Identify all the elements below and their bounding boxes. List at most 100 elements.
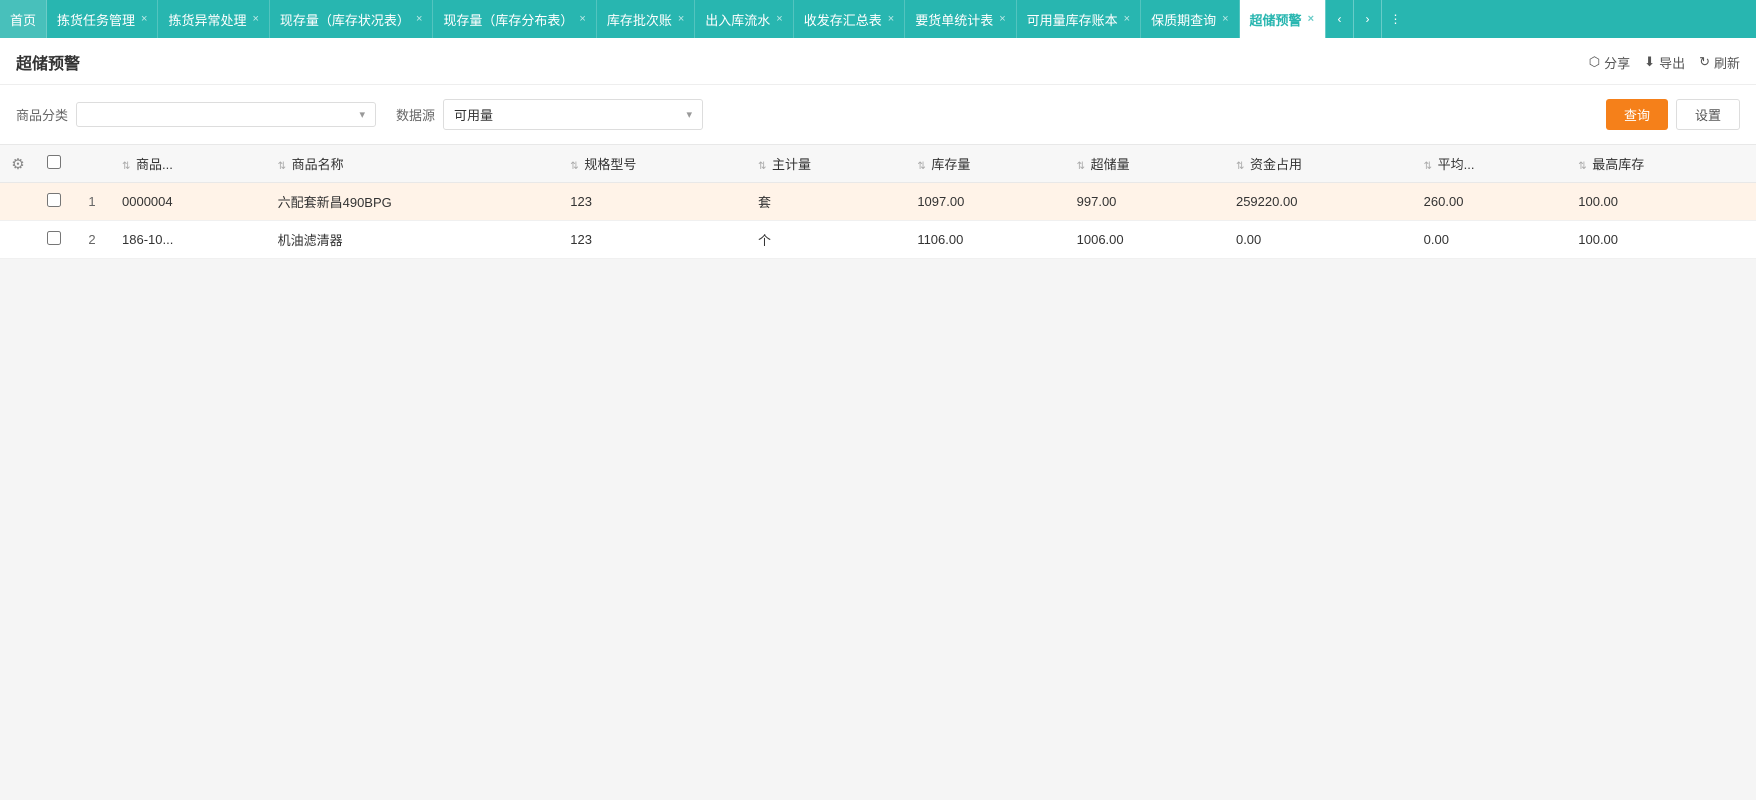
page-title: 超储预警 bbox=[16, 50, 80, 74]
datasource-filter-group: 数据源 可用量 ▾ bbox=[396, 99, 703, 130]
filter-area: 商品分类 ▾ 数据源 可用量 ▾ 查询 设置 bbox=[0, 85, 1756, 144]
share-button[interactable]: ⬡ 分享 bbox=[1589, 53, 1630, 72]
nav-task-mgmt[interactable]: 拣货任务管理 × bbox=[47, 0, 158, 38]
close-icon[interactable]: × bbox=[678, 13, 684, 25]
sort-icon: ⇅ bbox=[1578, 161, 1586, 172]
settings-button[interactable]: 设置 bbox=[1676, 99, 1740, 130]
td-stock-qty: 1106.00 bbox=[907, 221, 1066, 259]
nav-inventory-dist[interactable]: 现存量（库存分布表） × bbox=[433, 0, 596, 38]
nav-home[interactable]: 首页 bbox=[0, 0, 47, 38]
th-product-code[interactable]: ⇅ 商品... bbox=[112, 145, 268, 183]
table-header: ⚙ ⇅ 商品... ⇅ 商品名称 ⇅ bbox=[0, 145, 1756, 183]
th-avg[interactable]: ⇅ 平均... bbox=[1414, 145, 1569, 183]
td-avg: 260.00 bbox=[1414, 183, 1569, 221]
td-overstock-qty: 997.00 bbox=[1067, 183, 1226, 221]
close-icon[interactable]: × bbox=[1124, 13, 1130, 25]
category-filter-group: 商品分类 ▾ bbox=[16, 102, 376, 127]
nav-available-account[interactable]: 可用量库存账本 × bbox=[1017, 0, 1141, 38]
td-stock-qty: 1097.00 bbox=[907, 183, 1066, 221]
td-product-name: 六配套新昌490BPG bbox=[268, 183, 561, 221]
close-icon[interactable]: × bbox=[888, 13, 894, 25]
td-unit: 个 bbox=[748, 221, 907, 259]
td-max-stock: 100.00 bbox=[1568, 221, 1756, 259]
nav-prev-arrow[interactable]: ‹ bbox=[1325, 0, 1353, 38]
sort-icon: ⇅ bbox=[758, 161, 766, 172]
td-product-code: 0000004 bbox=[112, 183, 268, 221]
th-row-num bbox=[72, 145, 112, 183]
td-avg: 0.00 bbox=[1414, 221, 1569, 259]
th-checkbox bbox=[36, 145, 72, 183]
chevron-down-icon: ▾ bbox=[687, 108, 693, 121]
td-checkbox bbox=[36, 221, 72, 259]
data-table: ⚙ ⇅ 商品... ⇅ 商品名称 ⇅ bbox=[0, 144, 1756, 259]
th-stock-qty[interactable]: ⇅ 库存量 bbox=[907, 145, 1066, 183]
th-spec[interactable]: ⇅ 规格型号 bbox=[560, 145, 748, 183]
td-overstock-qty: 1006.00 bbox=[1067, 221, 1226, 259]
export-button[interactable]: ⬇ 导出 bbox=[1644, 53, 1685, 72]
nav-bar: 首页 拣货任务管理 × 拣货异常处理 × 现存量（库存状况表） × 现存量（库存… bbox=[0, 0, 1756, 38]
nav-inventory-status[interactable]: 现存量（库存状况表） × bbox=[270, 0, 433, 38]
nav-in-out-flow[interactable]: 出入库流水 × bbox=[695, 0, 793, 38]
nav-order-stats[interactable]: 要货单统计表 × bbox=[905, 0, 1016, 38]
page-header: 超储预警 ⬡ 分享 ⬇ 导出 ↻ 刷新 bbox=[0, 38, 1756, 85]
th-gear[interactable]: ⚙ bbox=[0, 145, 36, 183]
td-gear bbox=[0, 221, 36, 259]
nav-receive-summary[interactable]: 收发存汇总表 × bbox=[794, 0, 905, 38]
td-row-num: 2 bbox=[72, 221, 112, 259]
export-icon: ⬇ bbox=[1644, 54, 1655, 70]
nav-abnormal[interactable]: 拣货异常处理 × bbox=[158, 0, 269, 38]
refresh-button[interactable]: ↻ 刷新 bbox=[1699, 53, 1740, 72]
share-icon: ⬡ bbox=[1589, 54, 1600, 70]
td-capital-used: 0.00 bbox=[1226, 221, 1414, 259]
close-icon[interactable]: × bbox=[776, 13, 782, 25]
td-gear bbox=[0, 183, 36, 221]
td-checkbox bbox=[36, 183, 72, 221]
nav-batch-account[interactable]: 库存批次账 × bbox=[597, 0, 695, 38]
td-spec: 123 bbox=[560, 221, 748, 259]
table-wrapper: ⚙ ⇅ 商品... ⇅ 商品名称 ⇅ bbox=[0, 144, 1756, 259]
th-capital-used[interactable]: ⇅ 资金占用 bbox=[1226, 145, 1414, 183]
table-row: 1 0000004 六配套新昌490BPG 123 套 1097.00 997.… bbox=[0, 183, 1756, 221]
filter-buttons: 查询 设置 bbox=[1606, 99, 1740, 130]
chevron-down-icon: ▾ bbox=[359, 108, 365, 121]
close-icon[interactable]: × bbox=[141, 13, 147, 25]
close-icon[interactable]: × bbox=[1308, 13, 1314, 25]
category-label: 商品分类 bbox=[16, 105, 68, 124]
nav-quality-check[interactable]: 保质期查询 × bbox=[1141, 0, 1239, 38]
td-product-name: 机油滤清器 bbox=[268, 221, 561, 259]
nav-overstock-warn[interactable]: 超储预警 × bbox=[1240, 0, 1325, 38]
select-all-checkbox[interactable] bbox=[47, 155, 61, 169]
row-checkbox[interactable] bbox=[47, 193, 61, 207]
th-overstock-qty[interactable]: ⇅ 超储量 bbox=[1067, 145, 1226, 183]
td-row-num: 1 bbox=[72, 183, 112, 221]
table-row: 2 186-10... 机油滤清器 123 个 1106.00 1006.00 … bbox=[0, 221, 1756, 259]
close-icon[interactable]: × bbox=[579, 13, 585, 25]
sort-icon: ⇅ bbox=[1236, 161, 1244, 172]
row-checkbox[interactable] bbox=[47, 231, 61, 245]
gear-icon[interactable]: ⚙ bbox=[11, 156, 24, 173]
close-icon[interactable]: × bbox=[252, 13, 258, 25]
th-unit[interactable]: ⇅ 主计量 bbox=[748, 145, 907, 183]
sort-icon: ⇅ bbox=[1424, 161, 1432, 172]
td-capital-used: 259220.00 bbox=[1226, 183, 1414, 221]
sort-icon: ⇅ bbox=[1077, 161, 1085, 172]
sort-icon: ⇅ bbox=[917, 161, 925, 172]
nav-next-arrow[interactable]: › bbox=[1353, 0, 1381, 38]
th-product-name[interactable]: ⇅ 商品名称 bbox=[268, 145, 561, 183]
datasource-select[interactable]: 可用量 ▾ bbox=[443, 99, 703, 130]
query-button[interactable]: 查询 bbox=[1606, 99, 1668, 130]
sort-icon: ⇅ bbox=[570, 161, 578, 172]
td-spec: 123 bbox=[560, 183, 748, 221]
nav-more-arrow[interactable]: ⋮ bbox=[1381, 0, 1409, 38]
close-icon[interactable]: × bbox=[416, 13, 422, 25]
close-icon[interactable]: × bbox=[999, 13, 1005, 25]
close-icon[interactable]: × bbox=[1222, 13, 1228, 25]
sort-icon: ⇅ bbox=[278, 161, 286, 172]
datasource-select-value: 可用量 bbox=[454, 105, 493, 124]
table-body: 1 0000004 六配套新昌490BPG 123 套 1097.00 997.… bbox=[0, 183, 1756, 259]
category-select[interactable]: ▾ bbox=[76, 102, 376, 127]
th-max-stock[interactable]: ⇅ 最高库存 bbox=[1568, 145, 1756, 183]
datasource-label: 数据源 bbox=[396, 105, 435, 124]
td-product-code: 186-10... bbox=[112, 221, 268, 259]
refresh-icon: ↻ bbox=[1699, 54, 1710, 70]
